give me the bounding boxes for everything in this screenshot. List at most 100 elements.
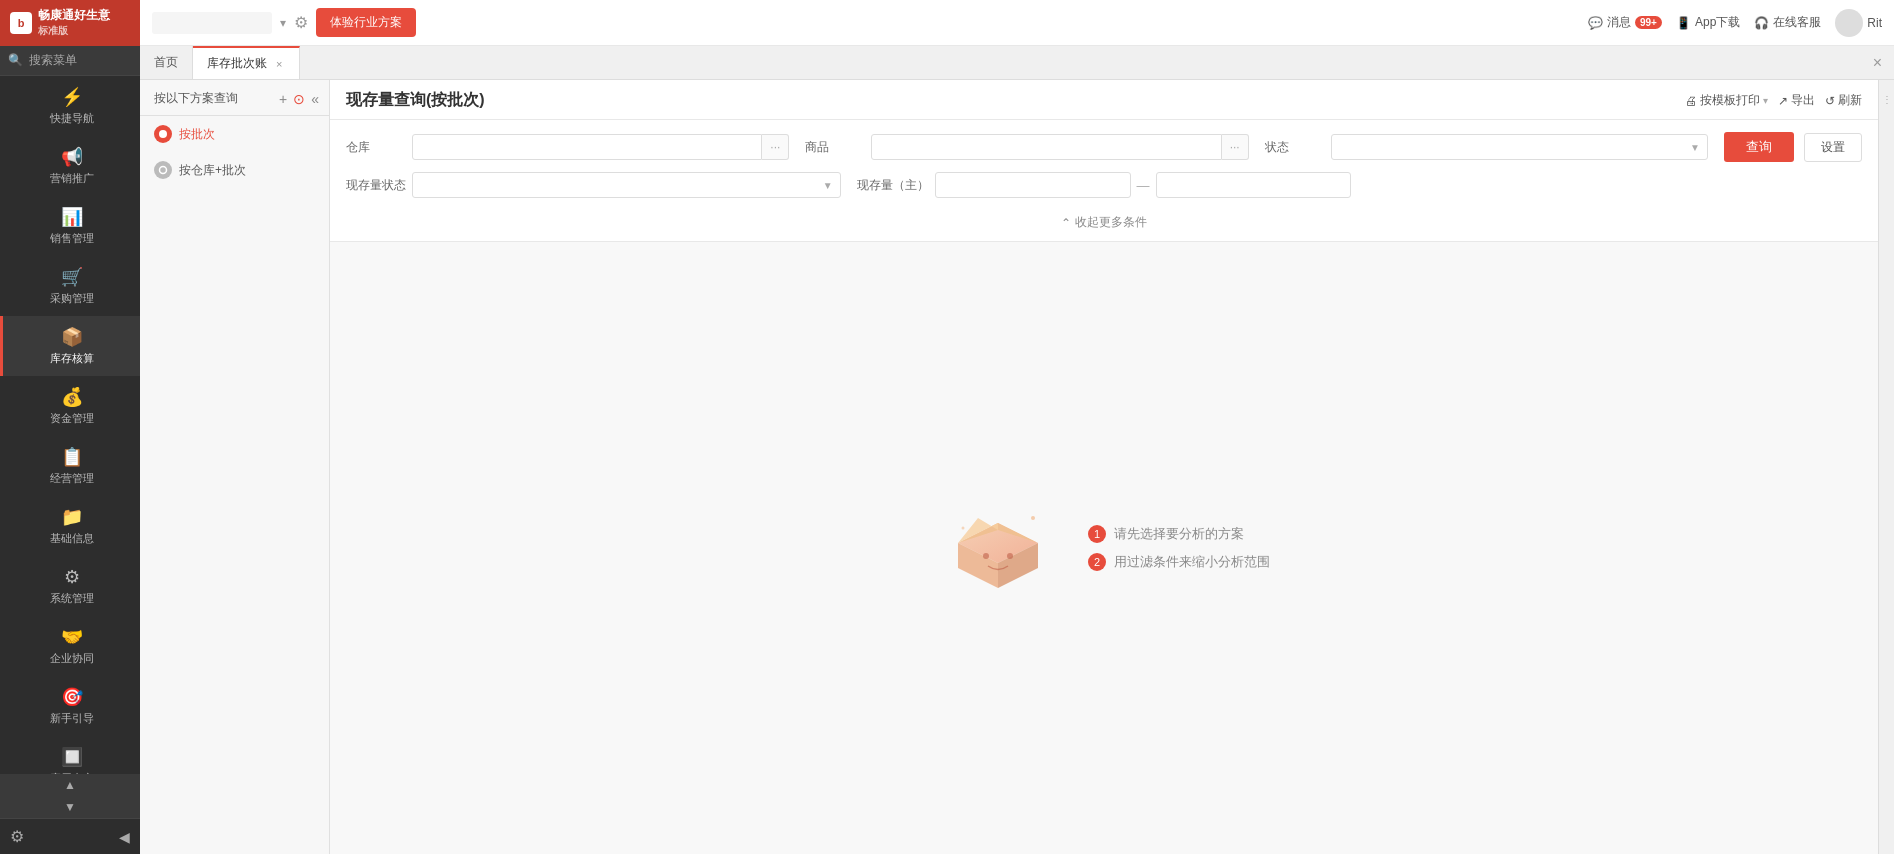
user-name: Rit (1867, 16, 1882, 30)
query-btn[interactable]: 查询 (1724, 132, 1794, 162)
product-field: 商品 ··· (805, 134, 1248, 160)
sidebar-item-inventory[interactable]: 📦 库存核算 (0, 316, 140, 376)
app-download-item[interactable]: 📱 App下载 (1676, 14, 1740, 31)
sidebar-item-finance[interactable]: 💰 资金管理 (0, 376, 140, 436)
topbar-gear-icon[interactable]: ⚙ (294, 13, 308, 32)
header-actions: 🖨 按模板打印 ▾ ↗ 导出 ↺ 刷新 (1685, 92, 1862, 109)
sidebar-item-appcenter[interactable]: 🔲 应用中心 (0, 736, 140, 774)
svg-point-8 (1007, 553, 1013, 559)
purchase-icon: 🛒 (61, 266, 83, 288)
filter-panel-header: 按以下方案查询 + ⊙ « (140, 80, 329, 116)
stock-qty-min-input[interactable] (935, 172, 1131, 198)
industry-btn[interactable]: 体验行业方案 (316, 8, 416, 37)
sidebar-item-operation[interactable]: 📋 经营管理 (0, 436, 140, 496)
tip-number-1: 1 (1088, 525, 1106, 543)
sidebar-header: b 畅康通好生意 标准版 (0, 0, 140, 46)
status-label: 状态 (1265, 139, 1325, 156)
range-separator: — (1137, 178, 1150, 193)
sidebar-item-sales[interactable]: 📊 销售管理 (0, 196, 140, 256)
inventory-icon: 📦 (61, 326, 83, 348)
message-item[interactable]: 💬 消息 99+ (1588, 14, 1662, 31)
topbar-right: 💬 消息 99+ 📱 App下载 🎧 在线客服 Rit (1588, 9, 1882, 37)
add-scheme-btn[interactable]: + (279, 91, 287, 107)
message-badge: 99+ (1635, 16, 1662, 29)
tab-panel-close-btn[interactable]: × (1861, 54, 1894, 72)
print-btn[interactable]: 🖨 按模板打印 ▾ (1685, 92, 1768, 109)
scheme-item-warehouse-batch[interactable]: 按仓库+批次 (140, 152, 329, 188)
shortcut-icon: ⚡ (61, 86, 83, 108)
stock-qty-label: 现存量（主） (857, 177, 929, 194)
sidebar-collapse-icon[interactable]: ◀ (119, 829, 130, 845)
empty-tips: 1 请先选择要分析的方案 2 用过滤条件来缩小分析范围 (1088, 525, 1270, 571)
sidebar-footer: ⚙ ◀ (0, 818, 140, 854)
tab-close-btn[interactable]: × (273, 57, 285, 71)
svg-point-9 (1031, 516, 1035, 520)
headset-icon: 🎧 (1754, 16, 1769, 30)
status-field: 状态 全部 有效 无效 ▼ (1265, 134, 1708, 160)
sidebar-settings-icon[interactable]: ⚙ (10, 827, 24, 846)
mobile-icon: 📱 (1676, 16, 1691, 30)
main-area: ▾ ⚙ 体验行业方案 💬 消息 99+ 📱 App下载 🎧 在线客服 Rit (140, 0, 1894, 854)
empty-tip-2: 2 用过滤条件来缩小分析范围 (1088, 553, 1270, 571)
basic-icon: 📁 (61, 506, 83, 528)
export-icon: ↗ (1778, 94, 1788, 108)
filter-row-2: 现存量状态 全部 有库存 无库存 ▼ 现存量（主） (346, 172, 1862, 198)
scheme-settings-btn[interactable]: ⊙ (293, 91, 305, 107)
sidebar-scroll-up[interactable]: ▲ (0, 774, 140, 796)
export-btn[interactable]: ↗ 导出 (1778, 92, 1815, 109)
stock-status-field: 现存量状态 全部 有库存 无库存 ▼ (346, 172, 841, 198)
warehouse-input-wrapper: ··· (412, 134, 789, 160)
refresh-btn[interactable]: ↺ 刷新 (1825, 92, 1862, 109)
empty-state: 1 请先选择要分析的方案 2 用过滤条件来缩小分析范围 (330, 242, 1878, 854)
filter-panel-title: 按以下方案查询 (154, 90, 238, 107)
topbar-left: ▾ ⚙ 体验行业方案 (152, 8, 1580, 37)
warehouse-input[interactable] (412, 134, 762, 160)
page-content: 按以下方案查询 + ⊙ « 按批次 按仓库 (140, 80, 1894, 854)
filter-panel: 按以下方案查询 + ⊙ « 按批次 按仓库 (140, 80, 330, 854)
stock-qty-field: 现存量（主） — (857, 172, 1352, 198)
edge-scroll-btn[interactable]: ⋮ (1882, 90, 1892, 109)
product-input[interactable] (871, 134, 1221, 160)
scheme-item-batch[interactable]: 按批次 (140, 116, 329, 152)
search-icon: 🔍 (8, 53, 23, 67)
tab-home[interactable]: 首页 (140, 46, 193, 79)
product-suffix-btn[interactable]: ··· (1222, 134, 1249, 160)
svg-point-1 (160, 167, 167, 174)
sales-icon: 📊 (61, 206, 83, 228)
panel-collapse-btn[interactable]: « (311, 91, 319, 107)
tabs-bar: 首页 库存批次账 × × (140, 46, 1894, 80)
sidebar-item-newuser[interactable]: 🎯 新手引导 (0, 676, 140, 736)
marketing-icon: 📢 (61, 146, 83, 168)
svg-point-10 (962, 527, 965, 530)
refresh-icon: ↺ (1825, 94, 1835, 108)
stock-qty-max-input[interactable] (1156, 172, 1352, 198)
sidebar-item-system[interactable]: ⚙ 系统管理 (0, 556, 140, 616)
app-logo: b (10, 12, 32, 34)
user-item[interactable]: Rit (1835, 9, 1882, 37)
settings-btn[interactable]: 设置 (1804, 133, 1862, 162)
collapse-more-btn[interactable]: ⌃ 收起更多条件 (346, 208, 1862, 235)
collapse-chevron-up-icon: ⌃ (1061, 216, 1071, 230)
warehouse-label: 仓库 (346, 139, 406, 156)
tab-inventory-batch[interactable]: 库存批次账 × (193, 46, 300, 79)
online-service-item[interactable]: 🎧 在线客服 (1754, 14, 1821, 31)
sidebar-item-enterprise[interactable]: 🤝 企业协同 (0, 616, 140, 676)
sidebar-item-purchase[interactable]: 🛒 采购管理 (0, 256, 140, 316)
warehouse-suffix-btn[interactable]: ··· (762, 134, 789, 160)
filter-row-1: 仓库 ··· 商品 ··· 状态 (346, 132, 1862, 162)
breadcrumb-input[interactable] (152, 12, 272, 34)
scheme-icon-warehouse-batch (154, 161, 172, 179)
sidebar-item-marketing[interactable]: 📢 营销推广 (0, 136, 140, 196)
sidebar-scroll-down[interactable]: ▼ (0, 796, 140, 818)
sidebar-item-basic[interactable]: 📁 基础信息 (0, 496, 140, 556)
sidebar: b 畅康通好生意 标准版 🔍 搜索菜单 ⚡ 快捷导航 📢 营销推广 📊 销售管理… (0, 0, 140, 854)
sidebar-item-shortcut[interactable]: ⚡ 快捷导航 (0, 76, 140, 136)
sidebar-search[interactable]: 🔍 搜索菜单 (0, 46, 140, 76)
warehouse-field: 仓库 ··· (346, 134, 789, 160)
stock-status-select[interactable]: 全部 有库存 无库存 (412, 172, 841, 198)
print-chevron-icon: ▾ (1763, 95, 1768, 106)
topbar-chevron-icon[interactable]: ▾ (280, 16, 286, 30)
filter-panel-actions: + ⊙ « (279, 91, 319, 107)
scheme-list: 按批次 按仓库+批次 (140, 116, 329, 854)
status-select[interactable]: 全部 有效 无效 (1331, 134, 1708, 160)
